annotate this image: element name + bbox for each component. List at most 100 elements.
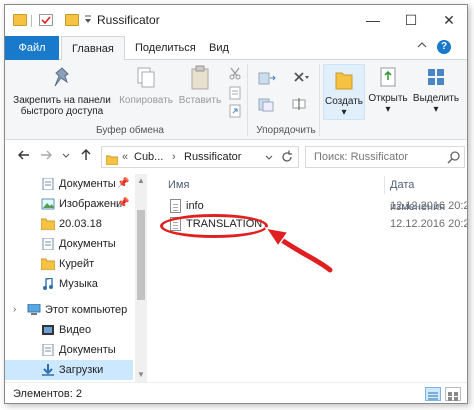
nav-item-music[interactable]: Музыка bbox=[5, 274, 133, 294]
search-input[interactable]: Поиск: Russificator bbox=[305, 146, 465, 168]
properties-icon[interactable] bbox=[39, 14, 53, 26]
select-button[interactable]: Выделить ▾ bbox=[411, 64, 461, 115]
close-button[interactable]: ✕ bbox=[430, 5, 467, 35]
file-row-info[interactable]: info 12.12.2016 20:23 bbox=[158, 196, 468, 216]
scroll-up-icon[interactable]: ▲ bbox=[137, 176, 145, 185]
nav-item-downloads[interactable]: Загрузки bbox=[5, 360, 133, 380]
nav-label: Документы bbox=[59, 238, 116, 250]
video-icon bbox=[42, 325, 54, 335]
open-button[interactable]: Открыть ▾ bbox=[367, 64, 409, 115]
nav-item-this-pc[interactable]: › Этот компьютер bbox=[5, 300, 133, 320]
collapse-ribbon-icon[interactable] bbox=[417, 40, 427, 53]
copy-label: Копировать bbox=[119, 95, 173, 106]
copy-to-icon[interactable] bbox=[257, 96, 277, 112]
minimize-button[interactable]: — bbox=[354, 5, 392, 35]
folder-icon bbox=[13, 14, 27, 26]
new-button[interactable]: Создать ▾ bbox=[323, 64, 365, 120]
nav-item-documents-pinned[interactable]: Документы 📌 bbox=[5, 174, 133, 194]
nav-label: Загрузки bbox=[59, 364, 104, 376]
maximize-button[interactable]: ☐ bbox=[392, 5, 430, 35]
column-header-date[interactable]: Дата изменения bbox=[390, 174, 467, 213]
move-to-icon[interactable] bbox=[257, 70, 277, 85]
nav-item-pictures[interactable]: Изображени 📌 bbox=[5, 194, 133, 214]
select-grid-icon bbox=[428, 69, 444, 85]
nav-scrollbar[interactable]: ▲ ▼ bbox=[135, 174, 147, 382]
status-bar: Элементов: 2 bbox=[5, 382, 467, 403]
refresh-icon[interactable] bbox=[280, 147, 294, 174]
up-arrow-icon[interactable] bbox=[79, 148, 93, 165]
documents-icon bbox=[42, 344, 54, 356]
address-separator[interactable]: › bbox=[172, 147, 176, 167]
back-arrow-icon[interactable] bbox=[17, 148, 31, 165]
folder-icon bbox=[41, 258, 55, 270]
clipboard-group-label: Буфер обмена bbox=[96, 125, 164, 136]
address-dropdown-icon[interactable] bbox=[264, 147, 274, 174]
new-label: Создать bbox=[324, 96, 363, 107]
navigation-pane: Документы 📌 Изображени 📌 20.03.18 Докуме… bbox=[5, 174, 147, 382]
rename-icon[interactable] bbox=[291, 96, 311, 110]
address-segment-cub[interactable]: Cub... bbox=[134, 147, 163, 167]
divider bbox=[31, 15, 32, 27]
pin-to-quick-access-button[interactable]: Закрепить на панели быстрого доступа bbox=[11, 64, 113, 117]
nav-item-kureit[interactable]: Курейт bbox=[5, 254, 133, 274]
paste-icon bbox=[191, 65, 209, 90]
delete-icon[interactable] bbox=[291, 70, 311, 84]
downloads-icon bbox=[42, 364, 54, 376]
highlight-oval bbox=[160, 214, 268, 238]
address-segment-russificator[interactable]: Russificator bbox=[184, 147, 241, 167]
nav-item-20-03-18[interactable]: 20.03.18 bbox=[5, 214, 133, 234]
new-folder-icon[interactable] bbox=[65, 14, 79, 26]
search-icon[interactable] bbox=[447, 150, 461, 167]
paste-shortcut-icon[interactable] bbox=[227, 104, 243, 118]
quick-access-dropdown-icon[interactable] bbox=[84, 14, 92, 26]
paste-label: Вставить bbox=[178, 95, 222, 106]
file-name: info bbox=[186, 200, 204, 212]
folder-icon bbox=[105, 152, 119, 166]
pin-icon: 📌 bbox=[117, 178, 130, 189]
address-overflow[interactable]: « bbox=[122, 147, 128, 167]
nav-label: Курейт bbox=[59, 258, 95, 270]
tab-view[interactable]: Вид bbox=[199, 36, 239, 60]
details-view-icon[interactable] bbox=[425, 387, 441, 401]
address-bar[interactable]: « Cub... › Russificator bbox=[101, 146, 299, 168]
organize-group-label: Упорядочить bbox=[256, 125, 316, 136]
expand-chevron-icon[interactable]: › bbox=[13, 300, 16, 320]
copy-button[interactable]: Копировать bbox=[117, 64, 175, 106]
open-dropdown-icon: ▾ bbox=[385, 104, 391, 115]
pin-icon: 📌 bbox=[117, 198, 130, 209]
tab-share[interactable]: Поделиться bbox=[125, 36, 206, 60]
large-icons-view-icon[interactable] bbox=[445, 387, 461, 401]
status-item-count: Элементов: 2 bbox=[13, 388, 82, 400]
scroll-thumb[interactable] bbox=[137, 210, 145, 300]
nav-label: Музыка bbox=[59, 278, 98, 290]
pin-label-line1: Закрепить на панели bbox=[13, 95, 111, 106]
music-icon bbox=[43, 278, 53, 290]
forward-arrow-icon[interactable] bbox=[39, 148, 53, 165]
scroll-down-icon[interactable]: ▼ bbox=[137, 370, 145, 379]
nav-label: Этот компьютер bbox=[45, 304, 128, 316]
column-header-name[interactable]: Имя bbox=[168, 174, 189, 196]
paste-button[interactable]: Вставить bbox=[177, 64, 223, 106]
recent-locations-icon[interactable] bbox=[61, 148, 71, 165]
nav-label: Видео bbox=[59, 324, 92, 336]
ribbon: Закрепить на панели быстрого доступа Коп… bbox=[5, 60, 467, 140]
nav-item-documents[interactable]: Документы bbox=[5, 234, 133, 254]
nav-item-video[interactable]: Видео bbox=[5, 320, 133, 340]
cut-icon[interactable] bbox=[227, 66, 243, 80]
nav-item-documents-pc[interactable]: Документы bbox=[5, 340, 133, 360]
explorer-window: Russificator — ☐ ✕ Файл Главная Поделить… bbox=[4, 4, 468, 404]
divider[interactable] bbox=[384, 176, 385, 194]
file-date: 12.12.2016 20:23 bbox=[390, 200, 468, 212]
tab-file[interactable]: Файл bbox=[5, 36, 59, 60]
text-file-icon bbox=[170, 199, 181, 213]
help-icon[interactable]: ? bbox=[437, 40, 451, 54]
copy-path-icon[interactable] bbox=[227, 86, 243, 100]
documents-icon bbox=[42, 238, 54, 250]
select-dropdown-icon: ▾ bbox=[433, 104, 439, 115]
computer-icon bbox=[27, 304, 41, 315]
divider bbox=[319, 64, 320, 136]
documents-icon bbox=[42, 178, 54, 190]
tab-home[interactable]: Главная bbox=[61, 36, 125, 61]
navigation-bar: « Cub... › Russificator Поиск: Russifica… bbox=[5, 140, 467, 174]
nav-label: Документы bbox=[59, 344, 116, 356]
